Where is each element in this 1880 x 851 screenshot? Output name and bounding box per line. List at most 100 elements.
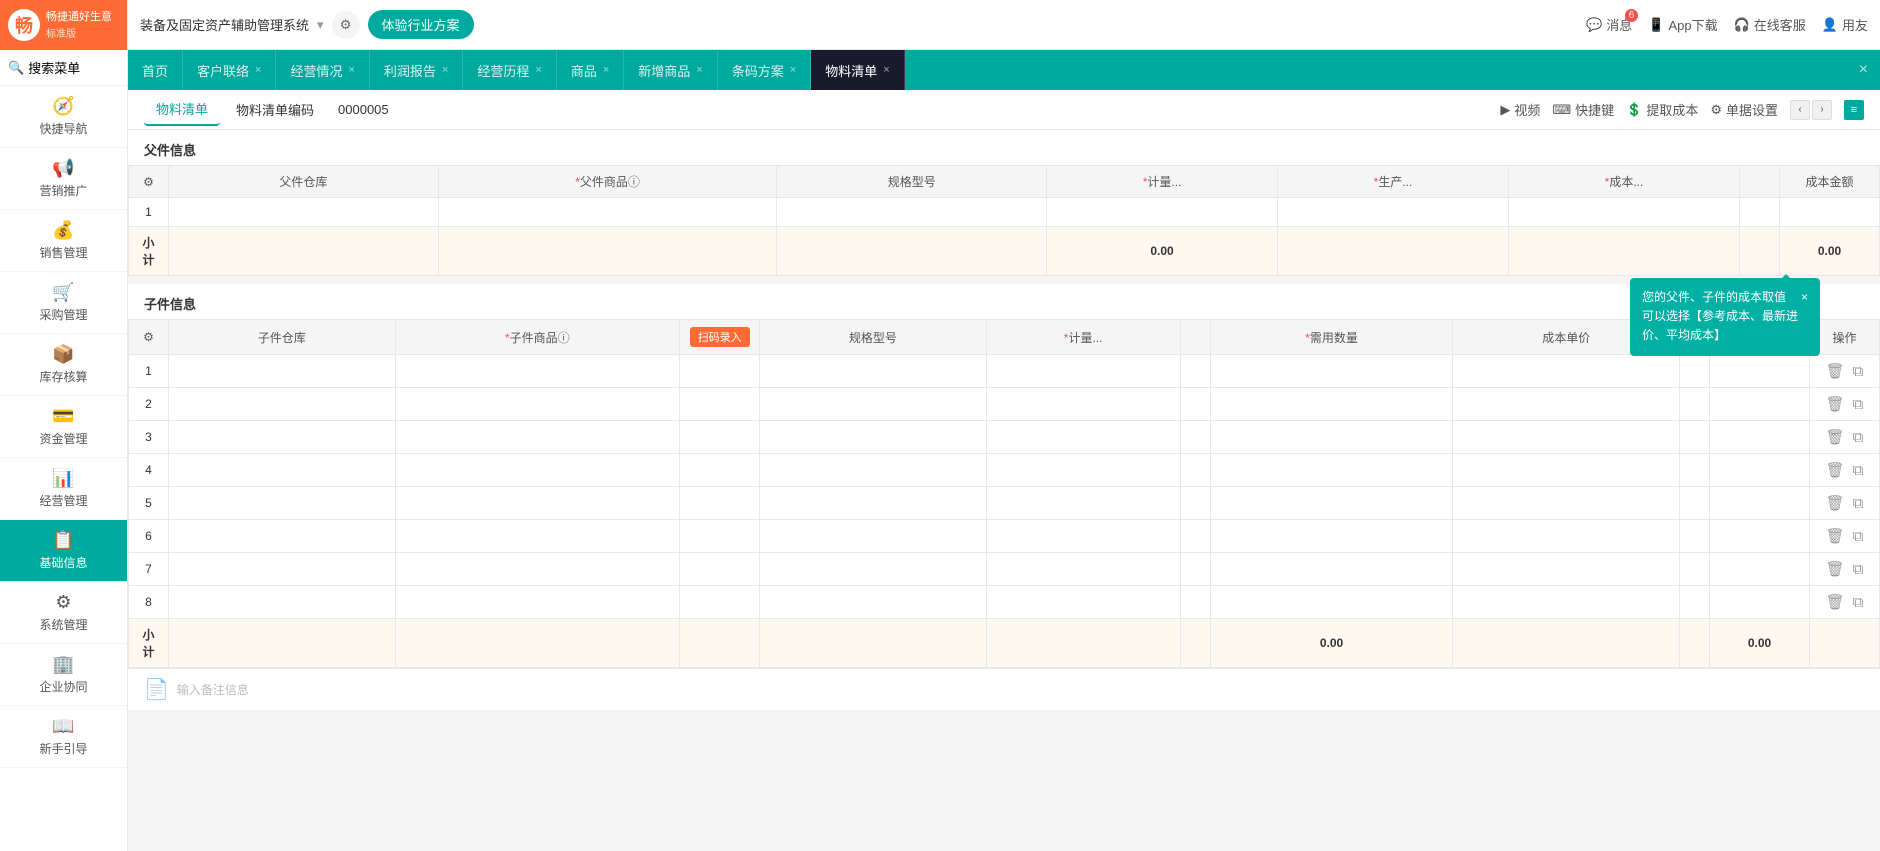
child-row-1-unit[interactable]: [986, 355, 1180, 388]
prev-btn[interactable]: ‹: [1790, 100, 1810, 120]
child-row-6-warehouse[interactable]: [169, 520, 396, 553]
child-row-2-product[interactable]: [395, 388, 680, 421]
child-row-3-spec[interactable]: [760, 421, 987, 454]
tooltip-close-btn[interactable]: ×: [1801, 288, 1808, 307]
child-row-1-unit-cost[interactable]: [1453, 355, 1680, 388]
sidebar-item-finance[interactable]: 💳 资金管理: [0, 396, 127, 458]
child-row-2-qty[interactable]: [1210, 388, 1453, 421]
message-item[interactable]: 💬 消息 6: [1586, 15, 1632, 34]
child-row-4-unit-cost[interactable]: [1453, 454, 1680, 487]
tab-business-close[interactable]: ×: [348, 64, 354, 76]
doc-settings-btn[interactable]: ⚙ 单据设置: [1710, 100, 1778, 119]
child-row-4-product[interactable]: [395, 454, 680, 487]
child-row-4-unit[interactable]: [986, 454, 1180, 487]
cost-btn[interactable]: 💲 提取成本: [1626, 100, 1698, 119]
child-row-3-unit-cost[interactable]: [1453, 421, 1680, 454]
child-row-3-delete[interactable]: 🗑: [1826, 428, 1845, 446]
dropdown-arrow[interactable]: ▾: [317, 17, 324, 33]
tab-profit[interactable]: 利润报告 ×: [370, 50, 463, 90]
child-row-1-spec[interactable]: [760, 355, 987, 388]
parent-row-1-product[interactable]: [438, 198, 777, 227]
child-row-5-delete[interactable]: 🗑: [1826, 494, 1845, 512]
gear-button[interactable]: ⚙: [332, 11, 360, 39]
child-row-6-delete[interactable]: 🗑: [1826, 527, 1845, 545]
tab-nav-close[interactable]: ×: [1847, 61, 1880, 79]
child-row-5-copy[interactable]: ⧉: [1853, 495, 1864, 512]
child-row-6-spec[interactable]: [760, 520, 987, 553]
tab-bom[interactable]: 物料清单 ×: [811, 50, 904, 90]
child-row-7-delete[interactable]: 🗑: [1826, 560, 1845, 578]
child-row-8-spec[interactable]: [760, 586, 987, 619]
tab-barcode[interactable]: 条码方案 ×: [718, 50, 811, 90]
child-row-5-unit[interactable]: [986, 487, 1180, 520]
tab-barcode-close[interactable]: ×: [790, 64, 796, 76]
child-row-2-spec[interactable]: [760, 388, 987, 421]
child-row-8-product[interactable]: [395, 586, 680, 619]
child-row-5-unit-cost[interactable]: [1453, 487, 1680, 520]
sidebar-item-inventory[interactable]: 📦 库存核算: [0, 334, 127, 396]
child-row-7-unit-cost[interactable]: [1453, 553, 1680, 586]
child-row-8-unit-cost[interactable]: [1453, 586, 1680, 619]
tab-products-close[interactable]: ×: [603, 64, 609, 76]
sidebar-item-purchase[interactable]: 🛒 采购管理: [0, 272, 127, 334]
child-row-2-unit[interactable]: [986, 388, 1180, 421]
child-row-5-qty[interactable]: [1210, 487, 1453, 520]
sidebar-item-system[interactable]: ⚙ 系统管理: [0, 582, 127, 644]
child-row-2-unit-cost[interactable]: [1453, 388, 1680, 421]
child-row-3-product[interactable]: [395, 421, 680, 454]
child-row-8-copy[interactable]: ⧉: [1853, 594, 1864, 611]
child-row-2-copy[interactable]: ⧉: [1853, 396, 1864, 413]
child-row-7-warehouse[interactable]: [169, 553, 396, 586]
tab-customer-close[interactable]: ×: [255, 64, 261, 76]
child-row-8-warehouse[interactable]: [169, 586, 396, 619]
child-row-8-delete[interactable]: 🗑: [1826, 593, 1845, 611]
child-row-6-product[interactable]: [395, 520, 680, 553]
tab-add-product[interactable]: 新增商品 ×: [624, 50, 717, 90]
parent-row-1-unit[interactable]: [1047, 198, 1278, 227]
video-btn[interactable]: ▶ 视频: [1500, 100, 1540, 119]
child-row-1-qty[interactable]: [1210, 355, 1453, 388]
child-row-7-unit[interactable]: [986, 553, 1180, 586]
child-row-3-unit[interactable]: [986, 421, 1180, 454]
sidebar-item-enterprise[interactable]: 🏢 企业协同: [0, 644, 127, 706]
child-row-1-product[interactable]: [395, 355, 680, 388]
grid-view-btn[interactable]: ≡: [1844, 100, 1864, 120]
scroll-area[interactable]: × 您的父件、子件的成本取值可以选择【参考成本、最新进价、平均成本】 父件信息 …: [128, 130, 1880, 851]
scan-btn[interactable]: 扫码录入: [690, 327, 750, 347]
child-row-1-copy[interactable]: ⧉: [1853, 363, 1864, 380]
sidebar-item-guide[interactable]: 📖 新手引导: [0, 706, 127, 768]
child-row-1-delete[interactable]: 🗑: [1826, 362, 1845, 380]
child-row-4-qty[interactable]: [1210, 454, 1453, 487]
tab-add-product-close[interactable]: ×: [696, 64, 702, 76]
child-row-4-warehouse[interactable]: [169, 454, 396, 487]
child-row-5-warehouse[interactable]: [169, 487, 396, 520]
tab-bom-close[interactable]: ×: [883, 64, 889, 76]
tab-history[interactable]: 经营历程 ×: [463, 50, 556, 90]
shortcut-btn[interactable]: ⌨ 快捷键: [1552, 100, 1614, 119]
sub-nav-bom[interactable]: 物料清单: [144, 93, 220, 126]
sidebar-item-sales[interactable]: 💰 销售管理: [0, 210, 127, 272]
tab-customer[interactable]: 客户联络 ×: [183, 50, 276, 90]
parent-row-1-spec[interactable]: [777, 198, 1047, 227]
child-row-6-copy[interactable]: ⧉: [1853, 528, 1864, 545]
child-row-1-warehouse[interactable]: [169, 355, 396, 388]
child-row-8-unit[interactable]: [986, 586, 1180, 619]
child-row-6-unit-cost[interactable]: [1453, 520, 1680, 553]
child-row-4-delete[interactable]: 🗑: [1826, 461, 1845, 479]
child-row-7-product[interactable]: [395, 553, 680, 586]
online-service-item[interactable]: 🎧 在线客服: [1734, 15, 1806, 34]
next-btn[interactable]: ›: [1812, 100, 1832, 120]
search-menu-item[interactable]: 🔍 搜索菜单: [0, 50, 127, 86]
tab-profit-close[interactable]: ×: [442, 64, 448, 76]
child-row-7-qty[interactable]: [1210, 553, 1453, 586]
sidebar-item-operations[interactable]: 📊 经营管理: [0, 458, 127, 520]
app-download-item[interactable]: 📱 App下载: [1648, 15, 1717, 34]
parent-row-1-cost[interactable]: [1508, 198, 1739, 227]
tab-home[interactable]: 首页: [128, 50, 183, 90]
child-row-5-product[interactable]: [395, 487, 680, 520]
child-row-7-spec[interactable]: [760, 553, 987, 586]
tab-business[interactable]: 经营情况 ×: [276, 50, 369, 90]
child-row-4-copy[interactable]: ⧉: [1853, 462, 1864, 479]
child-row-6-unit[interactable]: [986, 520, 1180, 553]
sidebar-item-marketing[interactable]: 📢 营销推广: [0, 148, 127, 210]
